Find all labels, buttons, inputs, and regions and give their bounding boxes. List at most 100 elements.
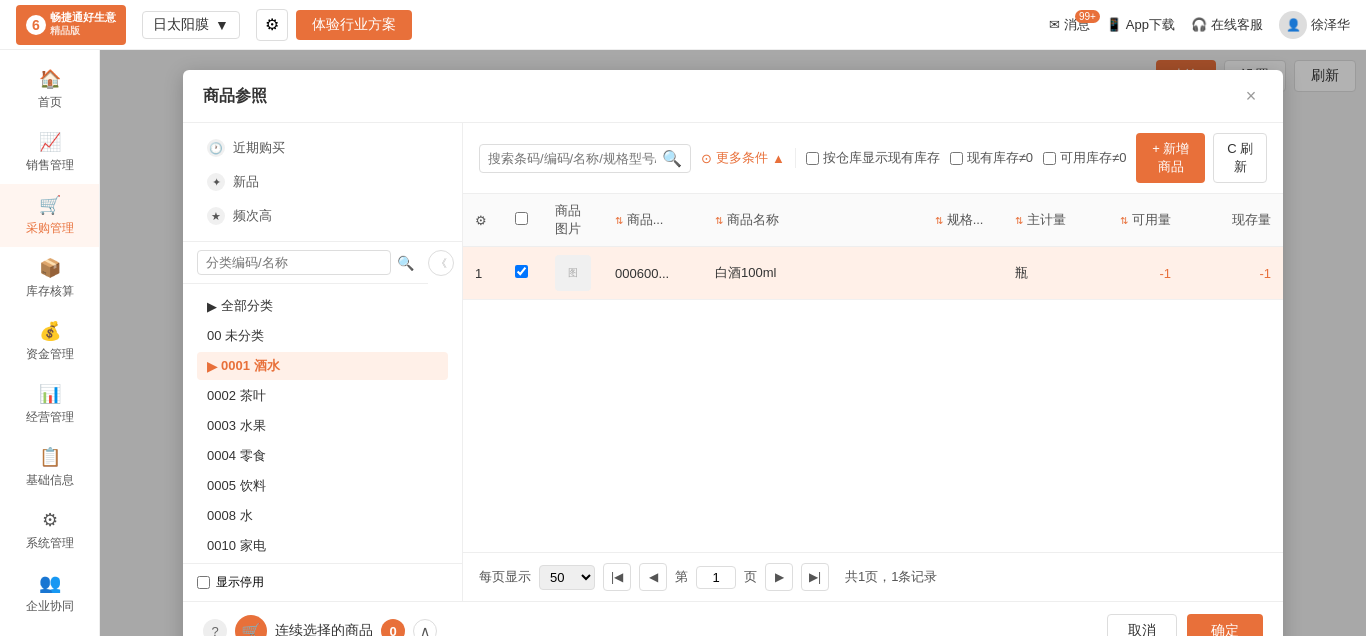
left-tab-recent[interactable]: 🕐 近期购买 bbox=[197, 133, 448, 163]
modal-footer-right: 取消 确定 bbox=[1107, 614, 1263, 636]
sort-name-icon: ⇅ bbox=[715, 215, 723, 226]
online-service[interactable]: 🎧 在线客服 bbox=[1191, 16, 1263, 34]
col-spec-header[interactable]: ⇅ 规格... bbox=[923, 194, 1003, 247]
app-download[interactable]: 📱 App下载 bbox=[1106, 16, 1175, 34]
left-tab-frequent[interactable]: ★ 频次高 bbox=[197, 201, 448, 231]
sort-avail-icon: ⇅ bbox=[1120, 215, 1128, 226]
current-stock-checkbox-label[interactable]: 现有库存≠0 bbox=[950, 149, 1033, 167]
left-tab-new[interactable]: ✦ 新品 bbox=[197, 167, 448, 197]
sidebar-item-corp[interactable]: 👥 企业协同 bbox=[0, 562, 99, 625]
warehouse-stock-label: 按仓库显示现有库存 bbox=[823, 149, 940, 167]
row-spec bbox=[923, 247, 1003, 300]
table-pagination: 每页显示 50 100 200 |◀ ◀ 第 页 ▶ bbox=[463, 552, 1283, 601]
sidebar-item-home[interactable]: 🏠 首页 bbox=[0, 58, 99, 121]
refresh-btn[interactable]: C 刷新 bbox=[1213, 133, 1267, 183]
tree-0004[interactable]: 0004 零食 bbox=[197, 442, 448, 470]
sidebar-label-home: 首页 bbox=[38, 94, 62, 111]
current-stock-checkbox[interactable] bbox=[950, 152, 963, 165]
product-search-box: 🔍 bbox=[479, 144, 691, 173]
row-num: 1 bbox=[463, 247, 503, 300]
col-unit-header[interactable]: ⇅ 主计量 bbox=[1003, 194, 1083, 247]
modal-toolbar-right: + 新增商品 C 刷新 bbox=[1136, 133, 1267, 183]
sidebar-item-guide[interactable]: 🌟 新手引导 bbox=[0, 625, 99, 636]
panel-collapse-btn[interactable]: 《 bbox=[428, 250, 454, 276]
next-page-btn[interactable]: ▶ bbox=[765, 563, 793, 591]
modal-close-btn[interactable]: × bbox=[1239, 84, 1263, 108]
show-disabled-checkbox[interactable] bbox=[197, 576, 210, 589]
tree-0001-arrow: ▶ bbox=[207, 359, 217, 374]
cart-btn[interactable]: 🛒 bbox=[235, 615, 267, 636]
category-search-input[interactable] bbox=[197, 250, 391, 275]
tree-0003[interactable]: 0003 水果 bbox=[197, 412, 448, 440]
category-search-icon[interactable]: 🔍 bbox=[397, 255, 414, 271]
help-icon[interactable]: ? bbox=[203, 619, 227, 636]
filter-btn[interactable]: ⊙ 更多条件 ▲ bbox=[701, 149, 785, 167]
tree-0008[interactable]: 0008 水 bbox=[197, 502, 448, 530]
tree-all-label: 全部分类 bbox=[221, 297, 273, 315]
table-row[interactable]: 1 图 000600... 白酒100ml 瓶 bbox=[463, 247, 1283, 300]
product-reference-modal: 商品参照 × 🕐 近期购买 ✦ 新 bbox=[183, 70, 1283, 636]
product-search-icon[interactable]: 🔍 bbox=[662, 149, 682, 168]
footer-collapse-btn[interactable]: ∧ bbox=[413, 619, 437, 636]
trial-btn[interactable]: 体验行业方案 bbox=[296, 10, 412, 40]
page-info: 共1页，1条记录 bbox=[845, 568, 937, 586]
add-product-btn[interactable]: + 新增商品 bbox=[1136, 133, 1205, 183]
tree-all[interactable]: ▶ 全部分类 bbox=[197, 292, 448, 320]
sidebar-item-business[interactable]: 📊 经营管理 bbox=[0, 373, 99, 436]
sidebar-label-sales: 销售管理 bbox=[26, 157, 74, 174]
prev-page-btn[interactable]: ◀ bbox=[639, 563, 667, 591]
first-page-btn[interactable]: |◀ bbox=[603, 563, 631, 591]
select-all-checkbox[interactable] bbox=[515, 212, 528, 225]
col-avail-header[interactable]: ⇅ 可用量 bbox=[1083, 194, 1183, 247]
row-checkbox-cell[interactable] bbox=[503, 247, 543, 300]
sidebar-label-corp: 企业协同 bbox=[26, 598, 74, 615]
frequent-icon: ★ bbox=[207, 207, 225, 225]
col-name-label: 商品名称 bbox=[727, 212, 779, 227]
sidebar-item-finance[interactable]: 💰 资金管理 bbox=[0, 310, 99, 373]
tree-uncat[interactable]: 00 未分类 bbox=[197, 322, 448, 350]
page-number-input[interactable] bbox=[696, 566, 736, 589]
sidebar-item-sales[interactable]: 📈 销售管理 bbox=[0, 121, 99, 184]
sidebar-item-basic[interactable]: 📋 基础信息 bbox=[0, 436, 99, 499]
purchase-icon: 🛒 bbox=[39, 194, 61, 216]
sidebar-item-purchase[interactable]: 🛒 采购管理 bbox=[0, 184, 99, 247]
col-settings[interactable]: ⚙ bbox=[463, 194, 503, 247]
avail-stock-checkbox[interactable] bbox=[1043, 152, 1056, 165]
warehouse-stock-checkbox[interactable] bbox=[806, 152, 819, 165]
tree-0005[interactable]: 0005 饮料 bbox=[197, 472, 448, 500]
logo-sub: 精品版 bbox=[50, 24, 116, 38]
tree-all-arrow: ▶ bbox=[207, 299, 217, 314]
col-name-header[interactable]: ⇅ 商品名称 bbox=[703, 194, 923, 247]
logo: 6 畅捷通好生意 精品版 bbox=[16, 5, 126, 45]
sidebar-item-system[interactable]: ⚙ 系统管理 bbox=[0, 499, 99, 562]
warehouse-stock-checkbox-label[interactable]: 按仓库显示现有库存 bbox=[806, 149, 940, 167]
col-checkbox-header[interactable] bbox=[503, 194, 543, 247]
tree-0010[interactable]: 0010 家电 bbox=[197, 532, 448, 560]
product-search-input[interactable] bbox=[488, 151, 656, 166]
col-code-header[interactable]: ⇅ 商品... bbox=[603, 194, 703, 247]
new-icon: ✦ bbox=[207, 173, 225, 191]
confirm-btn[interactable]: 确定 bbox=[1187, 614, 1263, 636]
settings-icon[interactable]: ⚙ bbox=[256, 9, 288, 41]
store-dropdown[interactable]: 日太阳膜 ▼ bbox=[142, 11, 240, 39]
last-page-btn[interactable]: ▶| bbox=[801, 563, 829, 591]
sort-icon: ⇅ bbox=[615, 215, 623, 226]
sidebar-item-inventory[interactable]: 📦 库存核算 bbox=[0, 247, 99, 310]
tree-0002[interactable]: 0002 茶叶 bbox=[197, 382, 448, 410]
top-nav: 6 畅捷通好生意 精品版 日太阳膜 ▼ ⚙ 体验行业方案 ✉ 消息 99+ 📱 … bbox=[0, 0, 1366, 50]
sidebar-label-finance: 资金管理 bbox=[26, 346, 74, 363]
message-badge[interactable]: ✉ 消息 99+ bbox=[1049, 16, 1090, 34]
category-search: 🔍 bbox=[183, 242, 428, 284]
dropdown-arrow-icon: ▼ bbox=[215, 17, 229, 33]
basic-icon: 📋 bbox=[39, 446, 61, 468]
tree-0008-label: 0008 水 bbox=[207, 507, 253, 525]
cancel-btn[interactable]: 取消 bbox=[1107, 614, 1177, 636]
tree-0001[interactable]: ▶ 0001 酒水 bbox=[197, 352, 448, 380]
user-profile[interactable]: 👤 徐泽华 bbox=[1279, 11, 1350, 39]
avail-stock-checkbox-label[interactable]: 可用库存≠0 bbox=[1043, 149, 1126, 167]
modal-header: 商品参照 × bbox=[183, 70, 1283, 123]
modal-toolbar: 🔍 ⊙ 更多条件 ▲ 按仓库显示现有库存 bbox=[463, 123, 1283, 194]
page-size-select[interactable]: 50 100 200 bbox=[539, 565, 595, 590]
row-checkbox[interactable] bbox=[515, 265, 528, 278]
row-avail: -1 bbox=[1083, 247, 1183, 300]
